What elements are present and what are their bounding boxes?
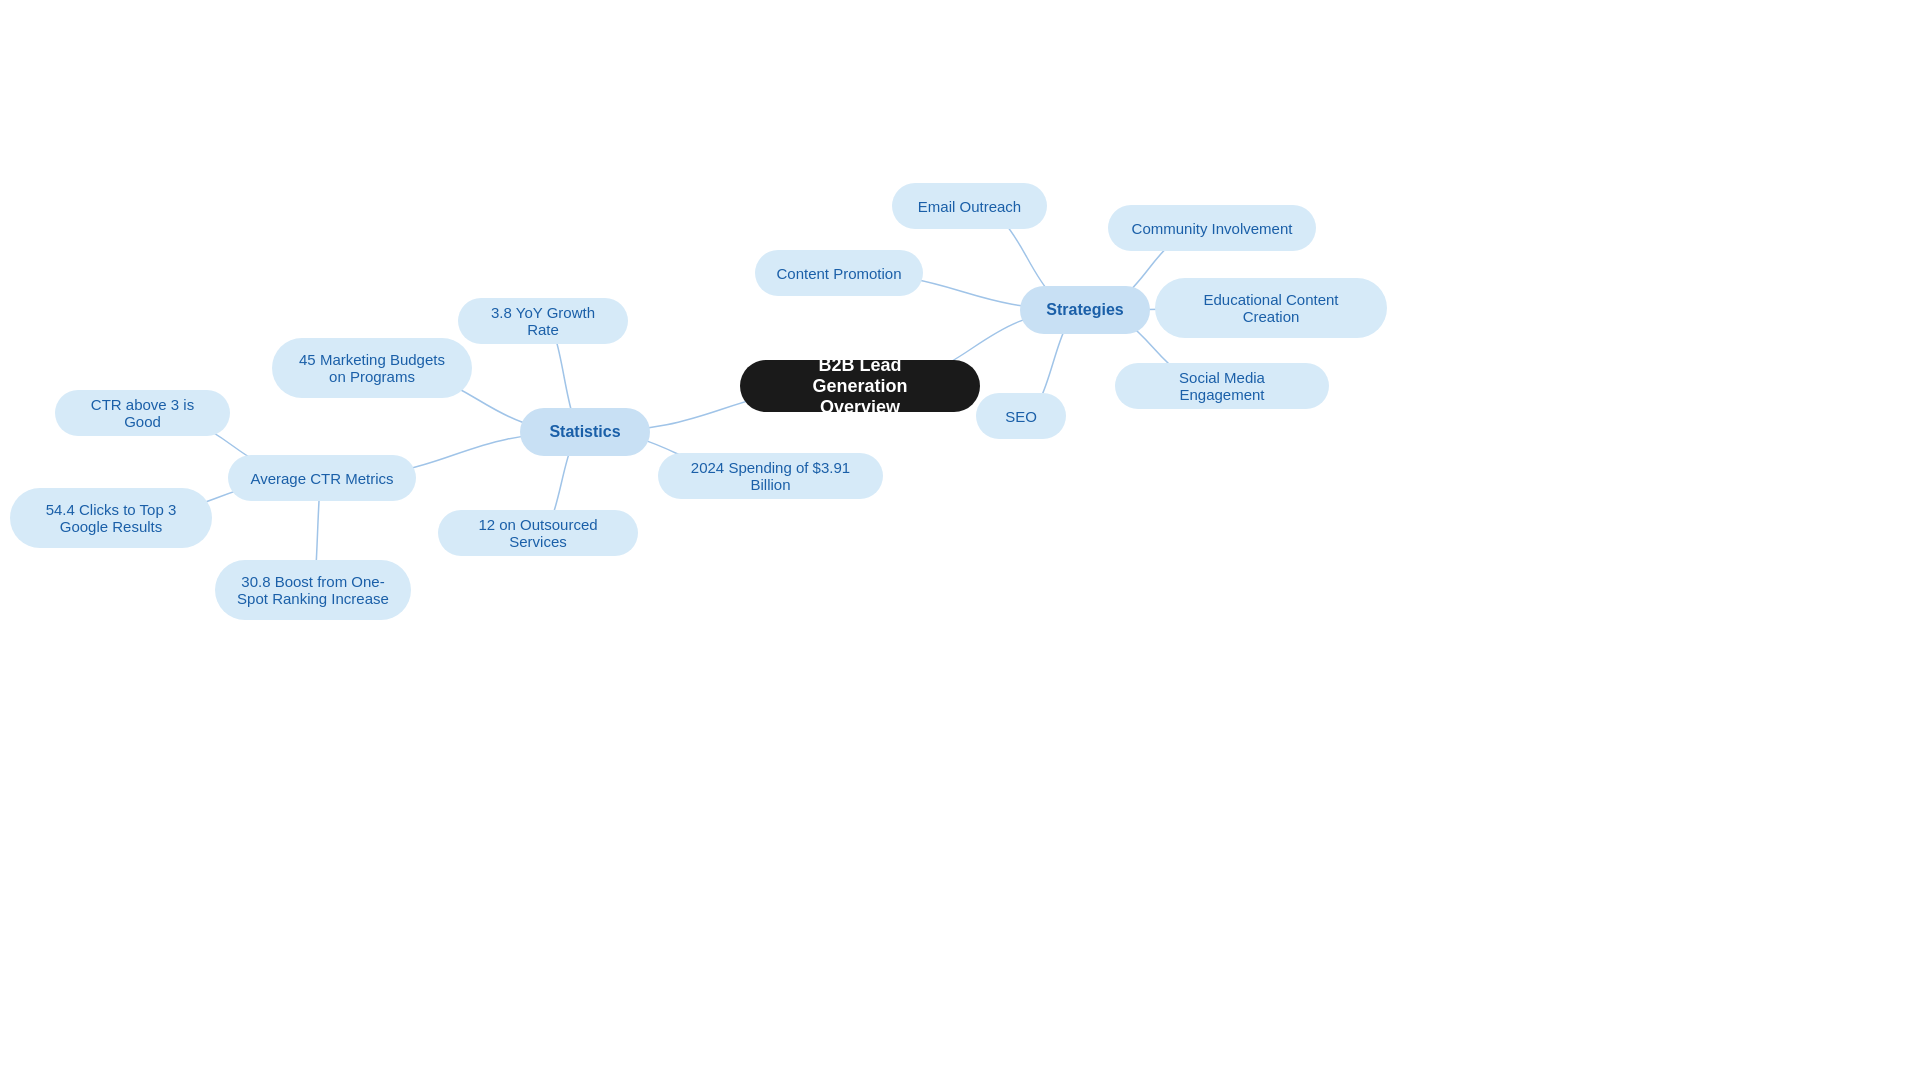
strategies-label: Strategies — [1046, 301, 1123, 319]
content-promotion-node: Content Promotion — [755, 250, 923, 296]
educational-content-label: Educational Content Creation — [1175, 291, 1367, 325]
strategies-node: Strategies — [1020, 286, 1150, 334]
ctr-good-node: CTR above 3 is Good — [55, 390, 230, 436]
clicks-top3-label: 54.4 Clicks to Top 3 Google Results — [30, 501, 192, 535]
seo-node: SEO — [976, 393, 1066, 439]
marketing-budgets-node: 45 Marketing Budgets on Programs — [272, 338, 472, 398]
spending-node: 2024 Spending of $3.91 Billion — [658, 453, 883, 499]
root-node: B2B Lead Generation Overview — [740, 360, 980, 412]
community-involvement-node: Community Involvement — [1108, 205, 1316, 251]
email-outreach-node: Email Outreach — [892, 183, 1047, 229]
yoy-growth-label: 3.8 YoY Growth Rate — [478, 304, 608, 338]
ctr-good-label: CTR above 3 is Good — [75, 396, 210, 430]
seo-label: SEO — [1005, 408, 1037, 425]
spending-label: 2024 Spending of $3.91 Billion — [678, 459, 863, 493]
email-outreach-label: Email Outreach — [918, 198, 1021, 215]
boost-ranking-node: 30.8 Boost from One-Spot Ranking Increas… — [215, 560, 411, 620]
educational-content-node: Educational Content Creation — [1155, 278, 1387, 338]
content-promotion-label: Content Promotion — [776, 265, 901, 282]
marketing-budgets-label: 45 Marketing Budgets on Programs — [292, 351, 452, 385]
boost-ranking-label: 30.8 Boost from One-Spot Ranking Increas… — [235, 573, 391, 607]
yoy-growth-node: 3.8 YoY Growth Rate — [458, 298, 628, 344]
root-label: B2B Lead Generation Overview — [772, 355, 948, 418]
statistics-node: Statistics — [520, 408, 650, 456]
outsourced-label: 12 on Outsourced Services — [458, 516, 618, 550]
community-involvement-label: Community Involvement — [1132, 220, 1293, 237]
statistics-label: Statistics — [549, 423, 620, 441]
social-media-label: Social Media Engagement — [1135, 369, 1309, 403]
avg-ctr-label: Average CTR Metrics — [250, 470, 393, 487]
clicks-top3-node: 54.4 Clicks to Top 3 Google Results — [10, 488, 212, 548]
social-media-node: Social Media Engagement — [1115, 363, 1329, 409]
outsourced-node: 12 on Outsourced Services — [438, 510, 638, 556]
avg-ctr-node: Average CTR Metrics — [228, 455, 416, 501]
